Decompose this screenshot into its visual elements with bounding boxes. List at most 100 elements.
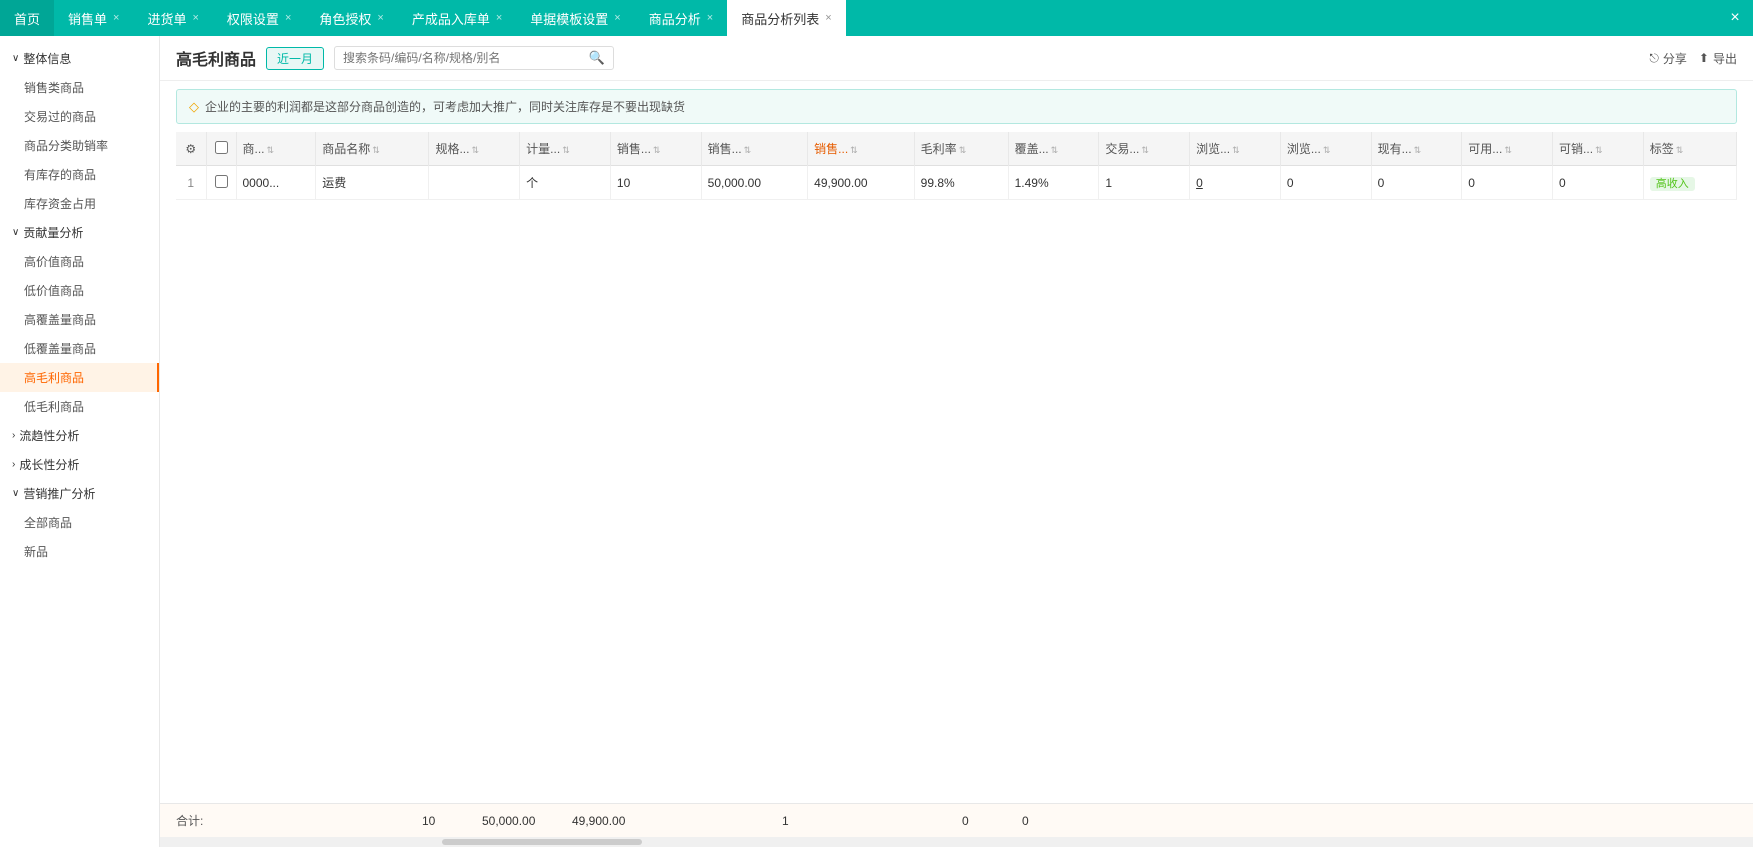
- nav-item-purchase[interactable]: 进货单 ×: [133, 0, 212, 36]
- col-settings[interactable]: ⚙: [176, 132, 206, 166]
- cell-code: 0000...: [236, 166, 316, 200]
- col-current-stock[interactable]: 现有...⇅: [1371, 132, 1462, 166]
- nav-item-home[interactable]: 首页: [0, 0, 54, 36]
- sidebar-item-high-value[interactable]: 高价值商品: [0, 247, 159, 276]
- nav-item-product-analysis[interactable]: 商品分析 ×: [635, 0, 727, 36]
- close-icon[interactable]: ×: [192, 12, 198, 24]
- cell-coverage: 1.49%: [1008, 166, 1099, 200]
- footer-label: 合计:: [176, 812, 216, 829]
- footer-available: 0: [1016, 814, 1076, 828]
- sidebar-item-sales-products[interactable]: 销售类商品: [0, 73, 159, 102]
- cell-tag: 高收入: [1643, 166, 1736, 200]
- main-layout: ∨ 整体信息 销售类商品 交易过的商品 商品分类助销率 有库存的商品 库存资金占…: [0, 36, 1753, 847]
- footer-browse2: [896, 814, 956, 828]
- cell-gross-margin: 99.8%: [914, 166, 1008, 200]
- cell-browse1[interactable]: 0: [1190, 166, 1281, 200]
- share-button[interactable]: ⎋ 分享: [1649, 50, 1687, 67]
- sidebar-item-low-margin[interactable]: 低毛利商品: [0, 392, 159, 421]
- export-button[interactable]: ⬆ 导出: [1699, 50, 1737, 67]
- col-unit[interactable]: 计量...⇅: [520, 132, 611, 166]
- cell-browse2: 0: [1280, 166, 1371, 200]
- sidebar-item-stock-capital[interactable]: 库存资金占用: [0, 189, 159, 218]
- nav-item-permission[interactable]: 权限设置 ×: [213, 0, 305, 36]
- nav-item-warehouse[interactable]: 产成品入库单 ×: [398, 0, 516, 36]
- arrow-right-icon: ›: [12, 459, 15, 470]
- sidebar-item-stock-products[interactable]: 有库存的商品: [0, 160, 159, 189]
- col-tag[interactable]: 标签⇅: [1643, 132, 1736, 166]
- arrow-down-icon: ∨: [12, 53, 19, 64]
- col-browse2[interactable]: 浏览...⇅: [1280, 132, 1371, 166]
- close-icon[interactable]: ×: [496, 12, 502, 24]
- footer-sales-cost: 49,900.00: [566, 814, 656, 828]
- col-gross-margin[interactable]: 毛利率⇅: [914, 132, 1008, 166]
- footer-sales-amount: 50,000.00: [476, 814, 566, 828]
- col-checkbox[interactable]: [206, 132, 236, 166]
- sidebar-group-contribution[interactable]: ∨ 贡献量分析: [0, 218, 159, 247]
- sidebar-group-trend[interactable]: › 流趋性分析: [0, 421, 159, 450]
- col-name[interactable]: 商品名称⇅: [316, 132, 429, 166]
- sidebar-item-category-rate[interactable]: 商品分类助销率: [0, 131, 159, 160]
- table-row: 1 0000... 运费 个 10 50,000.00 49,900.00 99…: [176, 166, 1737, 200]
- sidebar-item-all-products[interactable]: 全部商品: [0, 508, 159, 537]
- horizontal-scrollbar[interactable]: [160, 837, 1753, 847]
- footer-browse1: [836, 814, 896, 828]
- table-header-row: ⚙ 商...⇅ 商品名称⇅ 规格...⇅ 计量...⇅ 销售...⇅ 销售...…: [176, 132, 1737, 166]
- footer-total: 合计: 10 50,000.00 49,900.00 1 0 0: [160, 803, 1753, 837]
- col-saleable[interactable]: 可销...⇅: [1553, 132, 1644, 166]
- sidebar-item-high-coverage[interactable]: 高覆盖量商品: [0, 305, 159, 334]
- sidebar-item-high-margin[interactable]: 高毛利商品: [0, 363, 159, 392]
- window-close-button[interactable]: ×: [1717, 0, 1753, 36]
- footer-gross-margin: [656, 814, 716, 828]
- row-checkbox[interactable]: [215, 175, 228, 188]
- nav-item-sales[interactable]: 销售单 ×: [54, 0, 133, 36]
- nav-item-role[interactable]: 角色授权 ×: [305, 0, 397, 36]
- info-icon: ◇: [189, 99, 199, 115]
- nav-item-product-analysis-list[interactable]: 商品分析列表 ×: [727, 0, 845, 36]
- content-header: 高毛利商品 近一月 🔍 ⎋ 分享 ⬆ 导出: [160, 36, 1753, 81]
- top-navigation: 首页 销售单 × 进货单 × 权限设置 × 角色授权 × 产成品入库单 × 单据…: [0, 0, 1753, 36]
- table-container: ⚙ 商...⇅ 商品名称⇅ 规格...⇅ 计量...⇅ 销售...⇅ 销售...…: [160, 132, 1753, 803]
- col-coverage[interactable]: 覆盖...⇅: [1008, 132, 1099, 166]
- share-icon: ⎋: [1649, 51, 1659, 66]
- scrollbar-thumb[interactable]: [442, 839, 642, 845]
- close-icon[interactable]: ×: [113, 12, 119, 24]
- col-spec[interactable]: 规格...⇅: [429, 132, 520, 166]
- select-all-checkbox[interactable]: [215, 141, 228, 154]
- close-icon[interactable]: ×: [707, 12, 713, 24]
- cell-sales-cost: 49,900.00: [808, 166, 915, 200]
- sidebar-group-marketing[interactable]: ∨ 营销推广分析: [0, 479, 159, 508]
- cell-current-stock: 0: [1371, 166, 1462, 200]
- cell-unit: 个: [520, 166, 611, 200]
- sidebar-group-growth[interactable]: › 成长性分析: [0, 450, 159, 479]
- col-sales-cost[interactable]: 销售...⇅: [808, 132, 915, 166]
- close-icon[interactable]: ×: [377, 12, 383, 24]
- filter-recent-month-button[interactable]: 近一月: [266, 47, 324, 70]
- cell-num: 1: [176, 166, 206, 200]
- close-icon[interactable]: ×: [614, 12, 620, 24]
- close-icon[interactable]: ×: [825, 12, 831, 24]
- col-transaction[interactable]: 交易...⇅: [1099, 132, 1190, 166]
- sidebar-item-low-coverage[interactable]: 低覆盖量商品: [0, 334, 159, 363]
- cell-name: 运费: [316, 166, 429, 200]
- footer-sales-count: [236, 814, 416, 828]
- sidebar-item-new-products[interactable]: 新品: [0, 537, 159, 566]
- content-area: 高毛利商品 近一月 🔍 ⎋ 分享 ⬆ 导出 ◇ 企业的主要的利润都是这部分商品创…: [160, 36, 1753, 847]
- cell-available: 0: [1462, 166, 1553, 200]
- nav-item-template[interactable]: 单据模板设置 ×: [516, 0, 634, 36]
- sidebar-item-low-value[interactable]: 低价值商品: [0, 276, 159, 305]
- close-icon[interactable]: ×: [285, 12, 291, 24]
- search-input[interactable]: [343, 51, 589, 65]
- header-actions: ⎋ 分享 ⬆ 导出: [1649, 50, 1737, 67]
- cell-sales-count: 10: [610, 166, 701, 200]
- footer-values: 10 50,000.00 49,900.00 1 0 0: [236, 814, 1737, 828]
- sidebar-item-traded-products[interactable]: 交易过的商品: [0, 102, 159, 131]
- col-code[interactable]: 商...⇅: [236, 132, 316, 166]
- search-icon[interactable]: 🔍: [589, 50, 605, 66]
- col-sales-count[interactable]: 销售...⇅: [610, 132, 701, 166]
- col-browse1[interactable]: 浏览...⇅: [1190, 132, 1281, 166]
- sidebar-group-overall[interactable]: ∨ 整体信息: [0, 44, 159, 73]
- col-available[interactable]: 可用...⇅: [1462, 132, 1553, 166]
- cell-checkbox[interactable]: [206, 166, 236, 200]
- arrow-right-icon: ›: [12, 430, 15, 441]
- col-sales-amount[interactable]: 销售...⇅: [701, 132, 808, 166]
